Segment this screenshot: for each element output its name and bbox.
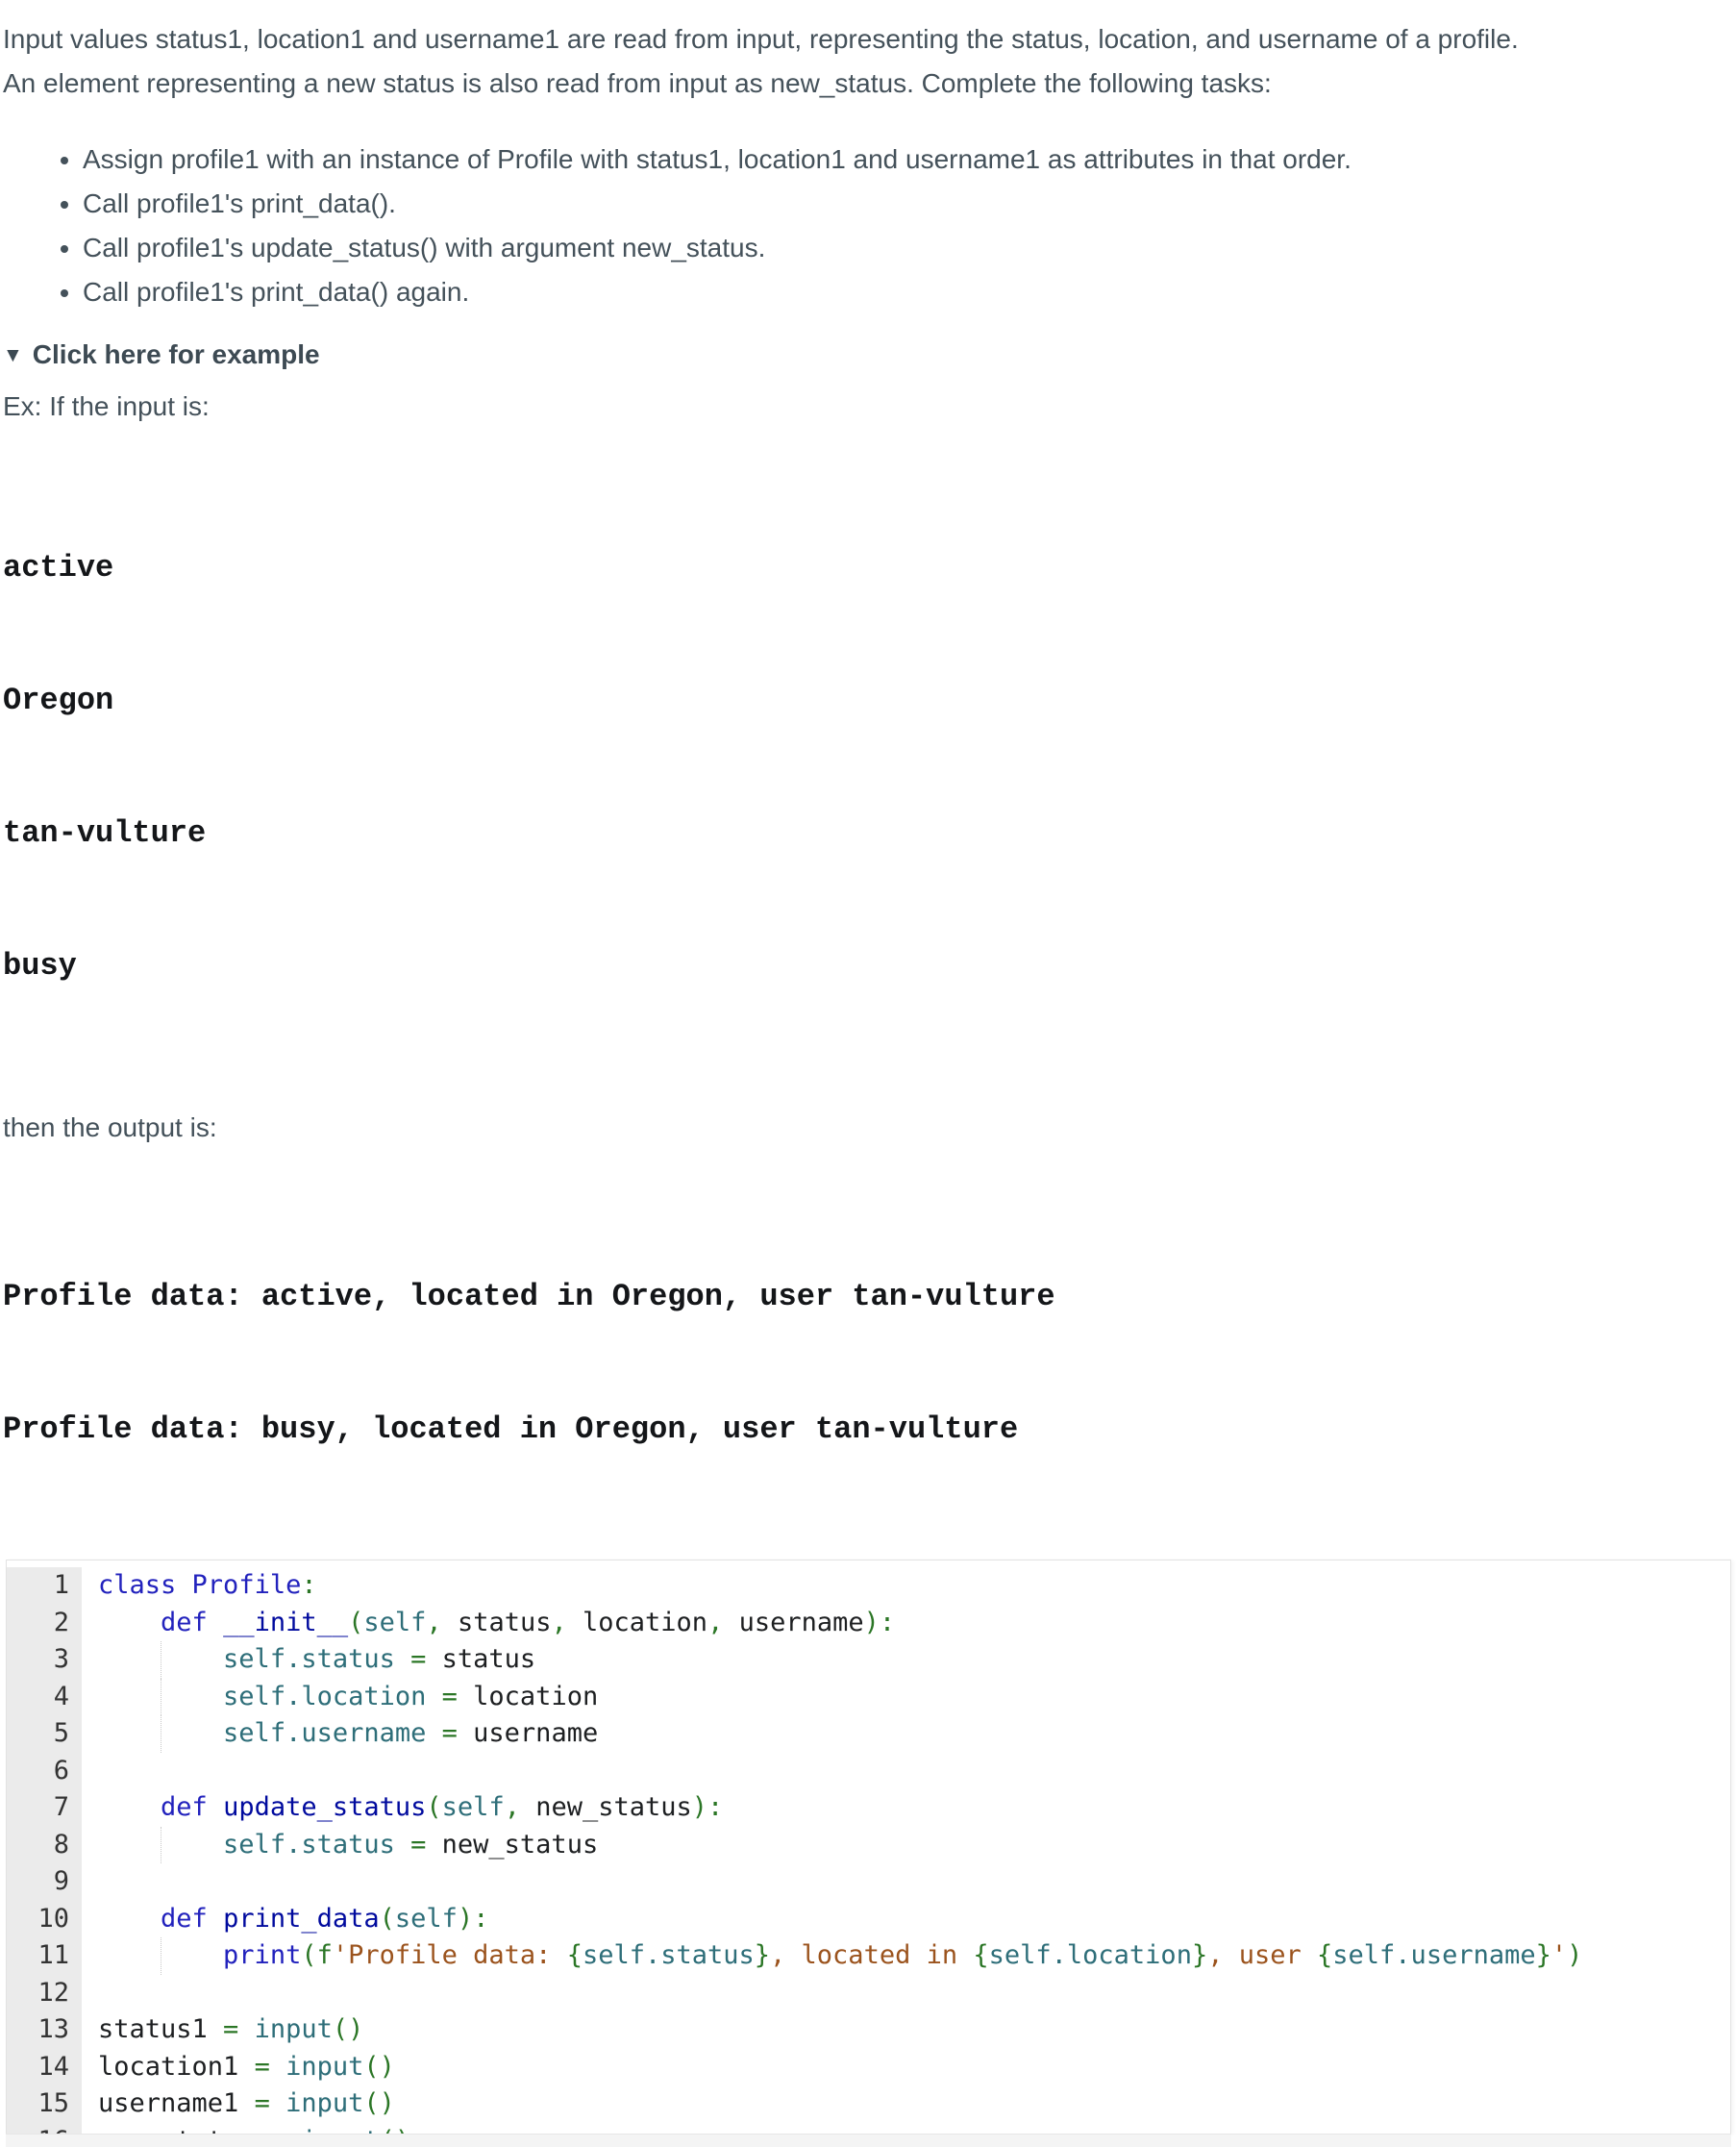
code-editor[interactable]: 1 class Profile: 2 def __init__(self, stat…	[6, 1560, 1731, 2134]
line-number: 11	[7, 1937, 82, 1975]
problem-statement-line1: Input values status1, location1 and user…	[3, 24, 1519, 54]
code-text: status1 = input()	[98, 2014, 364, 2044]
example-output-block: Profile data: active, located in Oregon,…	[3, 1186, 1736, 1540]
code-line[interactable]: 12	[7, 1974, 1730, 2012]
problem-statement: Input values status1, location1 and user…	[3, 17, 1736, 106]
task-item: Call profile1's update_status() with arg…	[83, 226, 1736, 270]
example-output-intro: then the output is:	[3, 1112, 217, 1142]
code-text: def __init__(self, status, location, use…	[161, 1607, 896, 1637]
task-list: Assign profile1 with an instance of Prof…	[3, 137, 1736, 314]
example-toggle-label: Click here for example	[32, 339, 320, 369]
code-text: username1 = input()	[98, 2088, 395, 2118]
code-text: location1 = input()	[98, 2051, 395, 2082]
code-line[interactable]: 10 def print_data(self):	[7, 1900, 1730, 1937]
line-number: 5	[7, 1715, 82, 1753]
code-line[interactable]: 11 print(f'Profile data: {self.status}, …	[7, 1937, 1730, 1975]
code-line[interactable]: 13 status1 = input()	[7, 2011, 1730, 2049]
input-line: Oregon	[3, 683, 114, 718]
code-line[interactable]: 16new_status = input()	[7, 2122, 1730, 2135]
problem-statement-line2: An element representing a new status is …	[3, 68, 1272, 98]
code-line[interactable]: 2 def __init__(self, status, location, u…	[7, 1604, 1730, 1641]
line-number: 4	[7, 1678, 82, 1715]
code-text: self.username = username	[82, 1715, 1730, 1753]
line-number: 14	[7, 2048, 82, 2085]
line-number: 13	[7, 2011, 82, 2049]
code-line[interactable]: 15 username1 = input()	[7, 2085, 1730, 2123]
code-line[interactable]: 14 location1 = input()	[7, 2048, 1730, 2085]
code-line[interactable]: 5 self.username = username	[7, 1715, 1730, 1753]
line-number: 6	[7, 1752, 82, 1789]
example-input-block: active Oregon tan-vulture busy	[3, 458, 1736, 1077]
task-item: Call profile1's print_data() again.	[83, 270, 1736, 314]
code-line[interactable]: 9	[7, 1863, 1730, 1901]
code-text: print(f'Profile data: {self.status}, loc…	[82, 1937, 1730, 1975]
code-text: class Profile:	[98, 1570, 317, 1600]
line-number: 9	[7, 1863, 82, 1901]
example-toggle[interactable]: ▼ Click here for example	[3, 333, 1736, 380]
code-line[interactable]: 6	[7, 1752, 1730, 1790]
line-number: 8	[7, 1826, 82, 1863]
code-line[interactable]: 3 self.status = status	[7, 1641, 1730, 1679]
input-line: busy	[3, 948, 77, 984]
input-line: active	[3, 550, 114, 586]
line-number: 12	[7, 1974, 82, 2011]
task-item: Assign profile1 with an instance of Prof…	[83, 137, 1736, 182]
line-number: 3	[7, 1641, 82, 1679]
code-text: def update_status(self, new_status):	[161, 1792, 724, 1822]
page: Input values status1, location1 and user…	[0, 17, 1736, 2147]
code-line[interactable]: 7 def update_status(self, new_status):	[7, 1789, 1730, 1827]
editor-bottom-edge	[6, 2134, 1731, 2147]
task-item: Call profile1's print_data().	[83, 182, 1736, 226]
output-line: Profile data: busy, located in Oregon, u…	[3, 1411, 1019, 1447]
line-number: 2	[7, 1604, 82, 1641]
line-number: 7	[7, 1789, 82, 1827]
code-line[interactable]: 4 self.location = location	[7, 1678, 1730, 1716]
input-line: tan-vulture	[3, 815, 207, 851]
triangle-down-icon: ▼	[3, 344, 23, 366]
line-number: 1	[7, 1567, 82, 1605]
code-text: self.status = status	[82, 1641, 1730, 1679]
line-number: 10	[7, 1900, 82, 1937]
example-input-intro: Ex: If the input is:	[3, 391, 210, 421]
output-line: Profile data: active, located in Oregon,…	[3, 1279, 1055, 1314]
code-line[interactable]: 8 self.status = new_status	[7, 1826, 1730, 1864]
code-text: def print_data(self):	[161, 1903, 489, 1934]
code-text: self.status = new_status	[82, 1826, 1730, 1864]
code-text: self.location = location	[82, 1678, 1730, 1716]
line-number: 15	[7, 2085, 82, 2123]
code-line[interactable]: 1 class Profile:	[7, 1567, 1730, 1605]
line-number: 16	[7, 2122, 82, 2134]
code-text: new_status = input()	[82, 2123, 1730, 2135]
